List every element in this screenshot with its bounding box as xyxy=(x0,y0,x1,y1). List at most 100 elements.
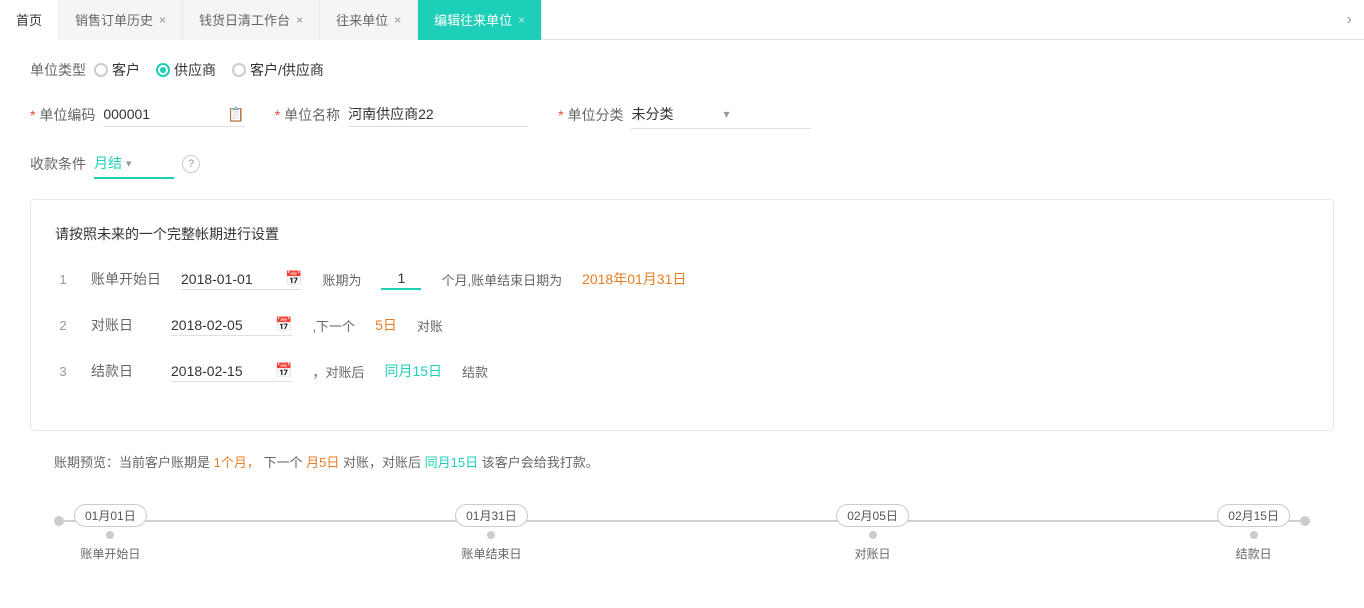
radio-label-customer: 客户 xyxy=(112,60,140,80)
period-input[interactable] xyxy=(381,268,421,290)
settings-panel: 请按照未来的一个完整帐期进行设置 1 账单开始日 📅 账期为 个月,账单结束日期… xyxy=(30,199,1334,431)
unit-category-value: 未分类 xyxy=(631,104,719,124)
radio-both[interactable]: 客户/供应商 xyxy=(232,60,324,80)
timeline-inner: 01月01日 账单开始日 01月31日 账单结束日 02月05日 对账日 02月… xyxy=(64,504,1300,562)
unit-category-field: 单位分类 未分类 ▾ xyxy=(558,100,811,129)
payment-desc-prefix: ，对账后 xyxy=(312,362,364,381)
node-dot-4 xyxy=(1250,531,1258,539)
payment-row: 收款条件 月结 ▾ ? xyxy=(30,149,1334,179)
unit-code-field: 单位编码 📋 xyxy=(30,102,245,127)
unit-category-label: 单位分类 xyxy=(558,105,623,125)
close-icon[interactable]: × xyxy=(394,13,401,27)
chevron-down-icon: ▾ xyxy=(126,157,132,170)
radio-supplier[interactable]: 供应商 xyxy=(156,60,216,80)
preview-period: 1个月， xyxy=(214,455,260,470)
payment-value: 月结 xyxy=(94,153,122,173)
node-dot-3 xyxy=(869,531,877,539)
panel-title: 请按照未来的一个完整帐期进行设置 xyxy=(55,224,1309,244)
calendar-icon-1[interactable]: 📅 xyxy=(285,270,302,287)
unit-name-label: 单位名称 xyxy=(275,105,340,125)
payment-date-input[interactable] xyxy=(171,363,271,379)
row-label-2: 对账日 xyxy=(91,315,151,335)
radio-circle-supplier xyxy=(156,63,170,77)
reconcile-date-input[interactable] xyxy=(171,317,271,333)
node-label-1: 账单开始日 xyxy=(80,545,140,562)
start-date-input[interactable] xyxy=(181,271,281,287)
reconcile-desc-prefix: ,下一个 xyxy=(312,316,355,335)
payment-desc-suffix: 结款 xyxy=(462,362,488,381)
preview-text: 账期预览：当前客户账期是 1个月， 下一个 月5日 对账，对账后 同月15日 该… xyxy=(30,451,1334,474)
end-date-highlight: 2018年01月31日 xyxy=(582,269,686,289)
close-icon[interactable]: × xyxy=(518,13,525,27)
row-label-3: 结款日 xyxy=(91,361,151,381)
reconcile-desc-suffix: 对账 xyxy=(417,316,443,335)
node-label-3: 对账日 xyxy=(855,545,891,562)
timeline-node-4: 02月15日 结款日 xyxy=(1217,504,1290,562)
node-label-4: 结款日 xyxy=(1236,545,1272,562)
node-dot-1 xyxy=(106,531,114,539)
calendar-icon-2[interactable]: 📅 xyxy=(275,316,292,333)
node-label-2: 账单结束日 xyxy=(461,545,521,562)
tab-expand-button[interactable]: › xyxy=(1335,11,1364,29)
tab-home[interactable]: 首页 xyxy=(0,0,59,40)
close-icon[interactable]: × xyxy=(159,13,166,27)
tab-bar: 首页 销售订单历史 × 钱货日清工作台 × 往来单位 × 编辑往来单位 × › xyxy=(0,0,1364,40)
tab-sales-history[interactable]: 销售订单历史 × xyxy=(59,0,183,40)
row-num-3: 3 xyxy=(55,364,71,379)
unit-category-select[interactable]: 未分类 ▾ xyxy=(631,100,811,129)
unit-code-input[interactable] xyxy=(103,102,223,126)
unit-name-input[interactable] xyxy=(348,102,528,127)
payment-select[interactable]: 月结 ▾ xyxy=(94,149,174,179)
tab-edit-contact[interactable]: 编辑往来单位 × xyxy=(418,0,542,40)
timeline-right-dot xyxy=(1300,516,1310,526)
setting-row-3: 3 结款日 📅 ，对账后 同月15日 结款 xyxy=(55,360,1309,382)
same-month-highlight: 同月15日 xyxy=(384,361,442,381)
payment-label: 收款条件 xyxy=(30,154,86,174)
row-num-1: 1 xyxy=(55,272,71,287)
calendar-icon-3[interactable]: 📅 xyxy=(275,362,292,379)
node-dot-2 xyxy=(487,531,495,539)
preview-mid1: 下一个 xyxy=(264,455,303,470)
help-icon[interactable]: ? xyxy=(182,155,200,173)
timeline-line xyxy=(64,520,1300,522)
radio-label-supplier: 供应商 xyxy=(174,60,216,80)
unit-type-field: 单位类型 客户 供应商 客户/供应商 xyxy=(30,60,324,80)
payment-date-field: 📅 xyxy=(171,360,292,382)
radio-circle-both xyxy=(232,63,246,77)
close-icon[interactable]: × xyxy=(296,13,303,27)
node-date-3: 02月05日 xyxy=(836,504,909,527)
node-date-2: 01月31日 xyxy=(455,504,528,527)
period-prefix: 账期为 xyxy=(322,270,361,289)
unit-type-label: 单位类型 xyxy=(30,60,86,80)
timeline-container: 01月01日 账单开始日 01月31日 账单结束日 02月05日 对账日 02月… xyxy=(30,504,1334,562)
preview-mid2: 对账，对账后 xyxy=(343,455,421,470)
reconcile-day-highlight: 5日 xyxy=(375,315,397,335)
preview-month5: 月5日 xyxy=(306,455,339,470)
unit-info-row: 单位编码 📋 单位名称 单位分类 未分类 ▾ xyxy=(30,100,1334,129)
table-icon[interactable]: 📋 xyxy=(227,106,244,123)
tab-contacts-label: 往来单位 xyxy=(336,10,388,29)
setting-row-2: 2 对账日 📅 ,下一个 5日 对账 xyxy=(55,314,1309,336)
unit-code-label: 单位编码 xyxy=(30,105,95,125)
row-label-1: 账单开始日 xyxy=(91,269,161,289)
period-suffix: 个月,账单结束日期为 xyxy=(441,270,562,289)
unit-type-radio-group: 客户 供应商 客户/供应商 xyxy=(94,60,324,80)
unit-type-row: 单位类型 客户 供应商 客户/供应商 xyxy=(30,60,1334,80)
timeline-node-3: 02月05日 对账日 xyxy=(836,504,909,562)
tab-home-label: 首页 xyxy=(16,10,42,29)
unit-name-field: 单位名称 xyxy=(275,102,528,127)
tab-contacts[interactable]: 往来单位 × xyxy=(320,0,418,40)
timeline-left-dot xyxy=(54,516,64,526)
row-num-2: 2 xyxy=(55,318,71,333)
node-date-1: 01月01日 xyxy=(74,504,147,527)
tab-cash-workbench[interactable]: 钱货日清工作台 × xyxy=(183,0,320,40)
setting-row-1: 1 账单开始日 📅 账期为 个月,账单结束日期为 2018年01月31日 xyxy=(55,268,1309,290)
main-content: 单位类型 客户 供应商 客户/供应商 单位编码 xyxy=(0,40,1364,608)
start-date-field: 📅 xyxy=(181,268,302,290)
tab-sales-history-label: 销售订单历史 xyxy=(75,10,153,29)
preview-same15: 同月15日 xyxy=(425,455,478,470)
radio-label-both: 客户/供应商 xyxy=(250,60,324,80)
timeline: 01月01日 账单开始日 01月31日 账单结束日 02月05日 对账日 02月… xyxy=(54,504,1310,562)
radio-customer[interactable]: 客户 xyxy=(94,60,140,80)
chevron-down-icon: ▾ xyxy=(723,107,811,121)
